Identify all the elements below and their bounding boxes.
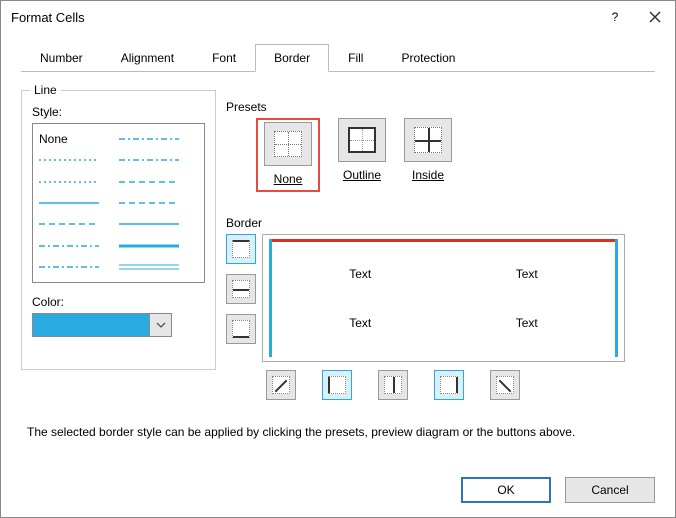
line-style-opt[interactable] bbox=[119, 214, 199, 235]
window-title: Format Cells bbox=[11, 10, 85, 25]
border-hmiddle-icon bbox=[232, 280, 250, 298]
line-style-opt[interactable] bbox=[39, 214, 119, 235]
border-right-button[interactable] bbox=[434, 370, 464, 400]
preview-right-border bbox=[615, 239, 618, 357]
border-group: Border Text Text Text Text bbox=[226, 206, 655, 400]
border-bottom-icon bbox=[232, 320, 250, 338]
preset-none-label: None bbox=[264, 172, 312, 186]
tab-font[interactable]: Font bbox=[193, 44, 255, 72]
border-diag-down-icon bbox=[496, 376, 514, 394]
line-style-opt[interactable] bbox=[119, 257, 199, 278]
border-right-icon bbox=[440, 376, 458, 394]
preview-cell: Text bbox=[277, 298, 444, 347]
preset-none-button[interactable] bbox=[264, 122, 312, 166]
preset-inside-button[interactable] bbox=[404, 118, 452, 162]
color-dropdown-button[interactable] bbox=[149, 314, 171, 336]
preset-outline-icon bbox=[348, 127, 376, 153]
close-button[interactable] bbox=[645, 7, 665, 27]
color-picker[interactable] bbox=[32, 313, 172, 337]
line-style-picker[interactable]: None bbox=[32, 123, 205, 283]
border-top-button[interactable] bbox=[226, 234, 256, 264]
line-style-opt[interactable] bbox=[119, 149, 199, 170]
preview-cell: Text bbox=[444, 249, 611, 298]
presets-group: Presets None Outline Inside bbox=[226, 90, 655, 192]
help-button[interactable]: ? bbox=[605, 7, 625, 27]
border-left-icon bbox=[328, 376, 346, 394]
tab-border[interactable]: Border bbox=[255, 44, 329, 72]
chevron-down-icon bbox=[156, 322, 166, 328]
tab-protection[interactable]: Protection bbox=[382, 44, 474, 72]
border-preview[interactable]: Text Text Text Text bbox=[262, 234, 625, 362]
tab-fill[interactable]: Fill bbox=[329, 44, 382, 72]
border-label: Border bbox=[226, 216, 655, 230]
tab-number[interactable]: Number bbox=[21, 44, 102, 72]
close-icon bbox=[649, 11, 661, 23]
border-left-button[interactable] bbox=[322, 370, 352, 400]
hint-text: The selected border style can be applied… bbox=[27, 425, 649, 439]
line-style-opt[interactable] bbox=[39, 235, 119, 256]
titlebar: Format Cells ? bbox=[1, 1, 675, 33]
preview-cell: Text bbox=[277, 249, 444, 298]
style-label: Style: bbox=[32, 105, 205, 119]
line-style-opt[interactable] bbox=[39, 257, 119, 278]
tab-alignment[interactable]: Alignment bbox=[102, 44, 193, 72]
preset-inside-label: Inside bbox=[404, 168, 452, 182]
border-top-icon bbox=[232, 240, 250, 258]
tabs: Number Alignment Font Border Fill Protec… bbox=[21, 43, 655, 72]
line-style-none[interactable]: None bbox=[39, 128, 119, 149]
preset-none-highlight: None bbox=[256, 118, 320, 192]
cancel-button[interactable]: Cancel bbox=[565, 477, 655, 503]
preset-none-icon bbox=[274, 131, 302, 157]
line-style-opt[interactable] bbox=[39, 149, 119, 170]
presets-label: Presets bbox=[226, 100, 655, 114]
preset-inside-icon bbox=[414, 127, 442, 153]
ok-button[interactable]: OK bbox=[461, 477, 551, 503]
border-bottom-button[interactable] bbox=[226, 314, 256, 344]
color-label: Color: bbox=[32, 295, 205, 309]
line-style-opt[interactable] bbox=[119, 171, 199, 192]
line-group-label: Line bbox=[30, 83, 61, 97]
color-swatch bbox=[33, 314, 149, 336]
preview-cell: Text bbox=[444, 298, 611, 347]
line-style-opt[interactable] bbox=[119, 128, 199, 149]
line-style-opt[interactable] bbox=[39, 192, 119, 213]
preview-top-border bbox=[269, 239, 618, 242]
preset-outline-button[interactable] bbox=[338, 118, 386, 162]
line-group: Line Style: None Color: bbox=[21, 90, 216, 370]
line-style-opt[interactable] bbox=[39, 171, 119, 192]
border-vmiddle-button[interactable] bbox=[378, 370, 408, 400]
border-diag-up-button[interactable] bbox=[266, 370, 296, 400]
border-diag-up-icon bbox=[272, 376, 290, 394]
border-diag-down-button[interactable] bbox=[490, 370, 520, 400]
border-hmiddle-button[interactable] bbox=[226, 274, 256, 304]
border-vmiddle-icon bbox=[384, 376, 402, 394]
preset-outline-label: Outline bbox=[338, 168, 386, 182]
line-style-opt[interactable] bbox=[119, 235, 199, 256]
line-style-opt[interactable] bbox=[119, 192, 199, 213]
preview-left-border bbox=[269, 239, 272, 357]
